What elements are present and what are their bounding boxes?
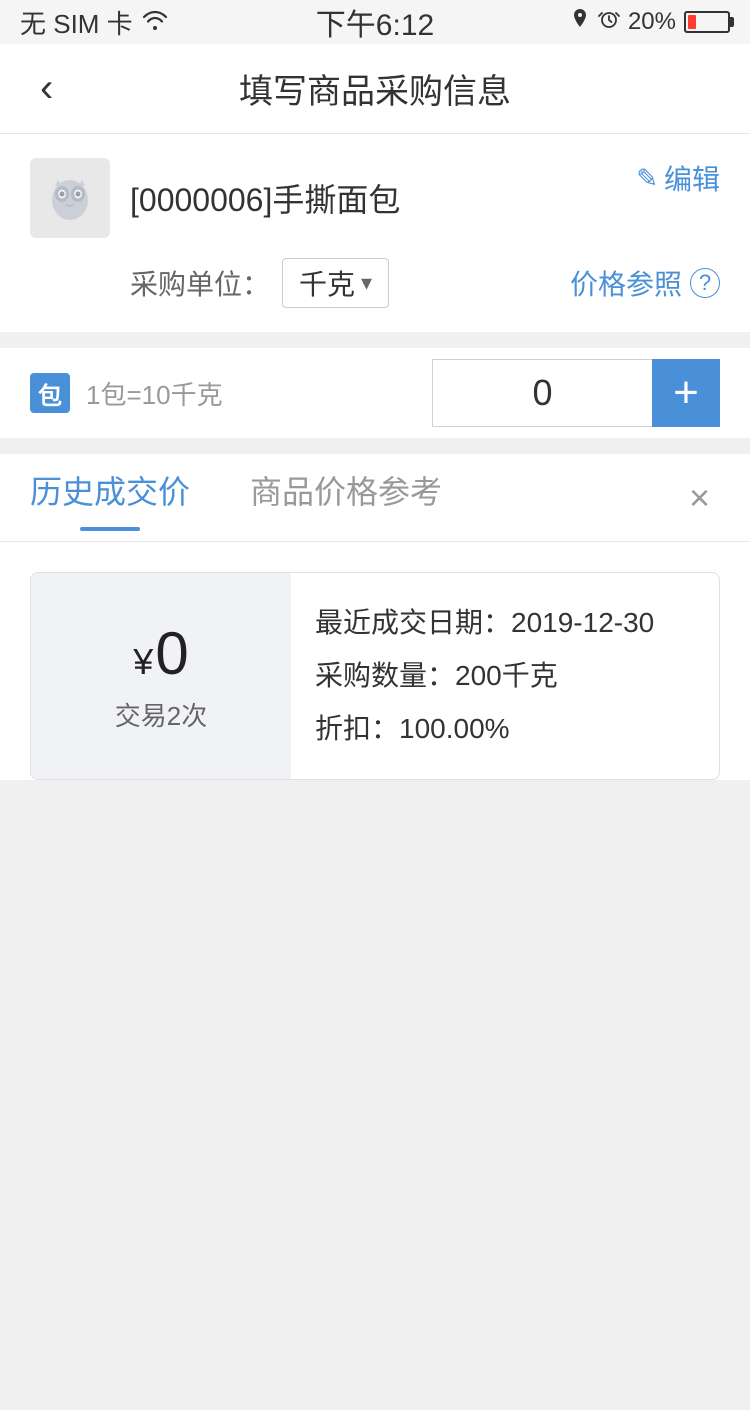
price-currency: ¥ <box>133 641 153 683</box>
history-detail-date: 最近成交日期：2019-12-30 <box>315 603 695 642</box>
detail-discount-value: 100.00% <box>399 713 510 744</box>
price-reference-button[interactable]: 价格参照 ? <box>570 263 720 303</box>
tab-close-button[interactable]: × <box>679 467 720 529</box>
detail-discount-label: 折扣： <box>315 713 399 744</box>
quantity-unit-label: 包 <box>38 376 62 411</box>
status-left: 无 SIM 卡 <box>20 4 169 41</box>
status-bar: 无 SIM 卡 下午6:12 20% <box>0 0 750 44</box>
tab-product-price-ref[interactable]: 商品价格参考 <box>250 467 442 529</box>
history-transaction-count: 交易2次 <box>115 696 207 733</box>
quantity-input-group: + <box>432 359 720 427</box>
product-section: [0000006]手撕面包 ✎ 编辑 采购单位： 千克 ▾ 价格参照 ? <box>0 134 750 332</box>
page-header: ‹ 填写商品采购信息 <box>0 44 750 134</box>
history-detail-quantity: 采购数量：200千克 <box>315 656 695 695</box>
detail-date-value: 2019-12-30 <box>511 607 654 638</box>
purchase-unit-row: 采购单位： 千克 ▾ 价格参照 ? <box>30 258 720 308</box>
battery-percentage: 20% <box>628 8 676 36</box>
quantity-plus-button[interactable]: + <box>652 359 720 427</box>
wifi-icon <box>141 7 169 38</box>
tab-price-ref-label: 商品价格参考 <box>250 474 442 510</box>
unit-selector[interactable]: 千克 ▾ <box>282 258 389 308</box>
quantity-section: 包 1包=10千克 + <box>0 348 750 438</box>
tab-history-price[interactable]: 历史成交价 <box>30 467 190 529</box>
location-icon <box>570 8 590 37</box>
quantity-conversion: 1包=10千克 <box>86 375 223 412</box>
tab-history-label: 历史成交价 <box>30 474 190 510</box>
history-card-left: ¥ 0 交易2次 <box>31 573 291 779</box>
edit-label: 编辑 <box>664 158 720 198</box>
help-icon: ? <box>690 268 720 298</box>
quantity-input[interactable] <box>432 359 652 427</box>
page-title: 填写商品采购信息 <box>239 64 511 113</box>
product-name: [0000006]手撕面包 <box>130 175 400 221</box>
section-divider <box>0 332 750 348</box>
back-button[interactable]: ‹ <box>30 56 63 121</box>
quantity-unit-box: 包 <box>30 373 70 413</box>
price-value: 0 <box>155 619 188 688</box>
battery-icon <box>684 11 730 33</box>
status-right: 20% <box>570 8 730 37</box>
help-label: ? <box>699 270 711 296</box>
status-time: 下午6:12 <box>316 0 434 44</box>
dropdown-arrow-icon: ▾ <box>361 270 372 296</box>
alarm-icon <box>598 8 620 37</box>
history-detail-discount: 折扣：100.00% <box>315 709 695 748</box>
edit-icon: ✎ <box>636 163 658 194</box>
network-label: 无 SIM 卡 <box>20 4 133 41</box>
tabs-header: 历史成交价 商品价格参考 × <box>0 454 750 542</box>
product-left: [0000006]手撕面包 <box>30 158 400 238</box>
history-price: ¥ 0 <box>133 619 188 688</box>
quantity-label-group: 包 1包=10千克 <box>30 373 223 413</box>
tabs-list: 历史成交价 商品价格参考 <box>30 467 442 529</box>
product-thumbnail <box>30 158 110 238</box>
tabs-section: 历史成交价 商品价格参考 × ¥ 0 交易2次 最近成交日期：2019-12-3… <box>0 454 750 780</box>
product-header-row: [0000006]手撕面包 ✎ 编辑 <box>30 158 720 238</box>
main-background <box>0 810 750 1410</box>
history-card-right: 最近成交日期：2019-12-30 采购数量：200千克 折扣：100.00% <box>291 573 719 779</box>
unit-value: 千克 <box>299 263 355 303</box>
edit-button[interactable]: ✎ 编辑 <box>636 158 720 198</box>
detail-qty-value: 200千克 <box>455 660 558 691</box>
detail-qty-label: 采购数量： <box>315 660 455 691</box>
history-card: ¥ 0 交易2次 最近成交日期：2019-12-30 采购数量：200千克 折扣… <box>30 572 720 780</box>
unit-label: 采购单位： <box>130 263 270 303</box>
detail-date-label: 最近成交日期： <box>315 607 511 638</box>
price-ref-label: 价格参照 <box>570 263 682 303</box>
